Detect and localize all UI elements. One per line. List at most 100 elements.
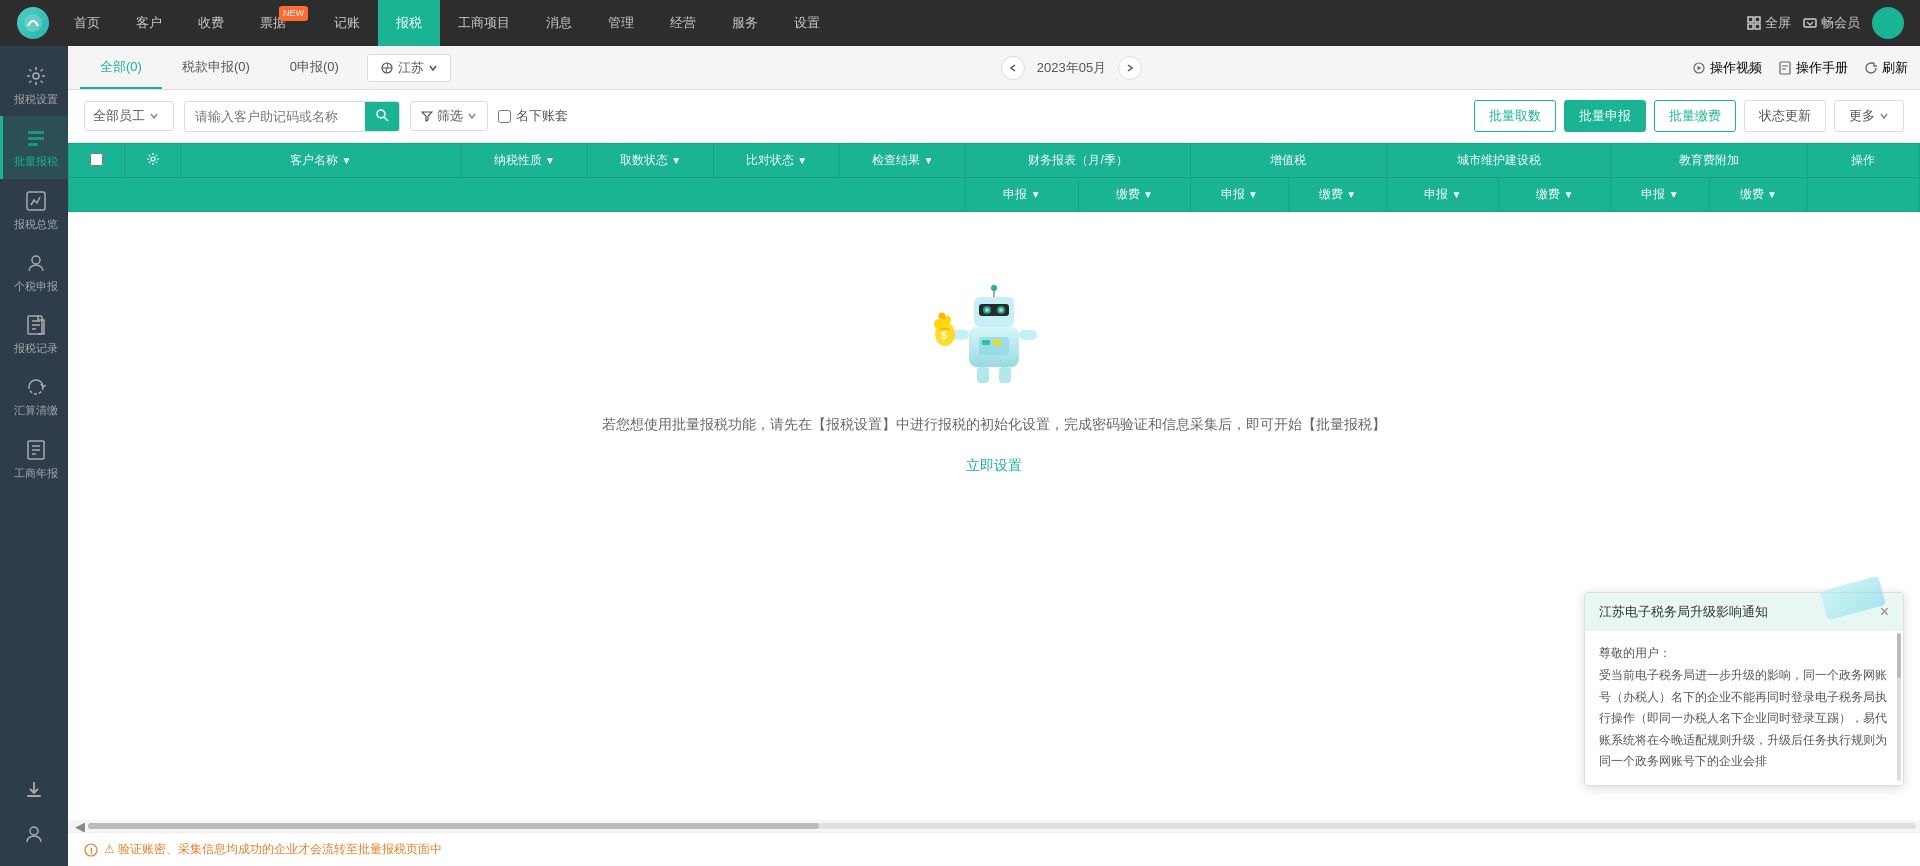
svg-point-20 [151,157,155,161]
svg-text:$: $ [941,330,947,341]
month-navigation: 2023年05月 [1001,56,1142,80]
account-suite-checkbox-label[interactable]: 名下账套 [498,107,568,125]
batch-fetch-button[interactable]: 批量取数 [1474,100,1556,132]
search-button[interactable] [365,102,399,131]
refresh-button[interactable]: 刷新 [1864,59,1908,77]
tab-all[interactable]: 全部(0) [80,46,162,89]
sidebar-item-personal-tax[interactable]: 个税申报 [0,241,68,303]
user-avatar[interactable] [1872,7,1904,39]
empty-state: $ [69,212,1920,535]
vip-button[interactable]: 畅会员 [1803,14,1860,32]
batch-declare-button[interactable]: 批量申报 [1564,100,1646,132]
new-badge: NEW [279,6,308,21]
svg-point-42 [939,313,946,320]
next-month-button[interactable] [1118,56,1142,80]
nav-tax[interactable]: 报税 [378,0,440,46]
svg-rect-8 [28,137,44,140]
fetch-status-header[interactable]: 取数状态 ▼ [587,144,713,178]
client-name-header[interactable]: 客户名称 ▼ [181,144,461,178]
manual-icon [1778,61,1792,75]
select-all-checkbox[interactable] [90,153,103,166]
urban-pay-header[interactable]: 缴费 ▼ [1499,178,1611,212]
notification-close-button[interactable]: × [1880,604,1889,620]
region-selector[interactable]: 江苏 [367,54,451,82]
region-icon [380,61,394,75]
notification-scrollbar[interactable] [1897,633,1901,781]
empty-message: 若您想使用批量报税功能，请先在【报税设置】中进行报税的初始化设置，完成密码验证和… [602,412,1386,437]
svg-point-6 [33,73,39,79]
urban-declare-header[interactable]: 申报 ▼ [1387,178,1499,212]
nav-accounting[interactable]: 记账 [316,0,378,46]
sidebar-item-tax-overview[interactable]: 报税总览 [0,179,68,241]
sidebar-item-annual-report[interactable]: 工商年报 [0,428,68,490]
svg-rect-9 [28,143,38,146]
status-update-button[interactable]: 状态更新 [1744,100,1826,132]
batch-pay-button[interactable]: 批量缴费 [1654,100,1736,132]
edu-pay-header[interactable]: 缴费 ▼ [1709,178,1807,212]
warning-icon: ! [84,843,98,857]
nav-service[interactable]: 服务 [714,0,776,46]
sidebar-label: 报税设置 [14,92,58,106]
search-input[interactable] [185,104,365,129]
search-icon [375,108,389,122]
nav-operation[interactable]: 经营 [652,0,714,46]
toolbar: 全部员工 筛选 名下账套 批量取数 批量申报 批量缴费 [68,90,1920,143]
sidebar-label: 工商年报 [14,466,58,480]
checkbox-header[interactable] [69,144,125,178]
horizontal-scrollbar[interactable]: ◀ [68,820,1920,832]
scroll-thumb[interactable] [88,823,819,829]
nav-message[interactable]: 消息 [528,0,590,46]
sidebar-item-tax-records[interactable]: 报税记录 [0,303,68,365]
tab-zero-declaration[interactable]: 0申报(0) [270,46,359,89]
app-logo[interactable] [10,0,56,46]
sidebar-item-tax-settings[interactable]: 报税设置 [0,54,68,116]
check-result-header[interactable]: 检查结果 ▼ [840,144,966,178]
education-header: 教育费附加 [1611,144,1807,178]
vat-declare-header[interactable]: 申报 ▼ [1190,178,1288,212]
tabs-row: 全部(0) 税款申报(0) 0申报(0) 江苏 2023年05月 [68,46,1920,90]
setup-link[interactable]: 立即设置 [966,457,1022,475]
nav-settings[interactable]: 设置 [776,0,838,46]
batch-tax-icon [24,126,48,150]
compare-status-header[interactable]: 比对状态 ▼ [714,144,840,178]
nav-billing[interactable]: 收费 [180,0,242,46]
edu-declare-header[interactable]: 申报 ▼ [1611,178,1709,212]
reconciliation-icon [24,375,48,399]
svg-rect-3 [1748,24,1753,29]
svg-rect-2 [1755,17,1760,22]
notification-title: 江苏电子税务局升级影响通知 [1599,603,1768,621]
svg-point-30 [991,285,997,291]
settings-header[interactable] [125,144,181,178]
vat-pay-header[interactable]: 缴费 ▼ [1288,178,1386,212]
operation-manual-button[interactable]: 操作手册 [1778,59,1848,77]
sidebar-item-reconciliation[interactable]: 汇算清缴 [0,365,68,427]
svg-point-28 [999,308,1003,312]
nav-management[interactable]: 管理 [590,0,652,46]
account-suite-checkbox[interactable] [498,110,511,123]
chevron-down-icon [428,63,438,73]
operation-video-button[interactable]: 操作视频 [1692,59,1762,77]
filter-icon-client: ▼ [342,155,352,166]
svg-rect-32 [1019,330,1037,340]
svg-rect-34 [999,367,1011,383]
filter-button[interactable]: 筛选 [410,101,488,131]
nav-industrial[interactable]: 工商项目 [440,0,528,46]
tax-type-header[interactable]: 纳税性质 ▼ [461,144,587,178]
sidebar-label: 报税记录 [14,341,58,355]
more-button[interactable]: 更多 [1834,100,1904,132]
prev-month-button[interactable] [1001,56,1025,80]
tab-tax-declaration[interactable]: 税款申报(0) [162,46,270,89]
financial-declare-header[interactable]: 申报 ▼ [966,178,1078,212]
financial-pay-header[interactable]: 缴费 ▼ [1078,178,1190,212]
sidebar-label: 汇算清缴 [14,403,58,417]
svg-point-11 [32,256,40,264]
nav-invoice[interactable]: 票据 NEW [242,0,316,46]
nav-client[interactable]: 客户 [118,0,180,46]
fullscreen-button[interactable]: 全屏 [1747,14,1791,32]
user-button[interactable] [0,814,68,854]
nav-home[interactable]: 首页 [56,0,118,46]
personal-tax-icon [24,251,48,275]
download-button[interactable] [0,770,68,810]
employee-select[interactable]: 全部员工 [84,101,174,131]
sidebar-item-batch-tax[interactable]: 批量报税 [0,116,68,178]
